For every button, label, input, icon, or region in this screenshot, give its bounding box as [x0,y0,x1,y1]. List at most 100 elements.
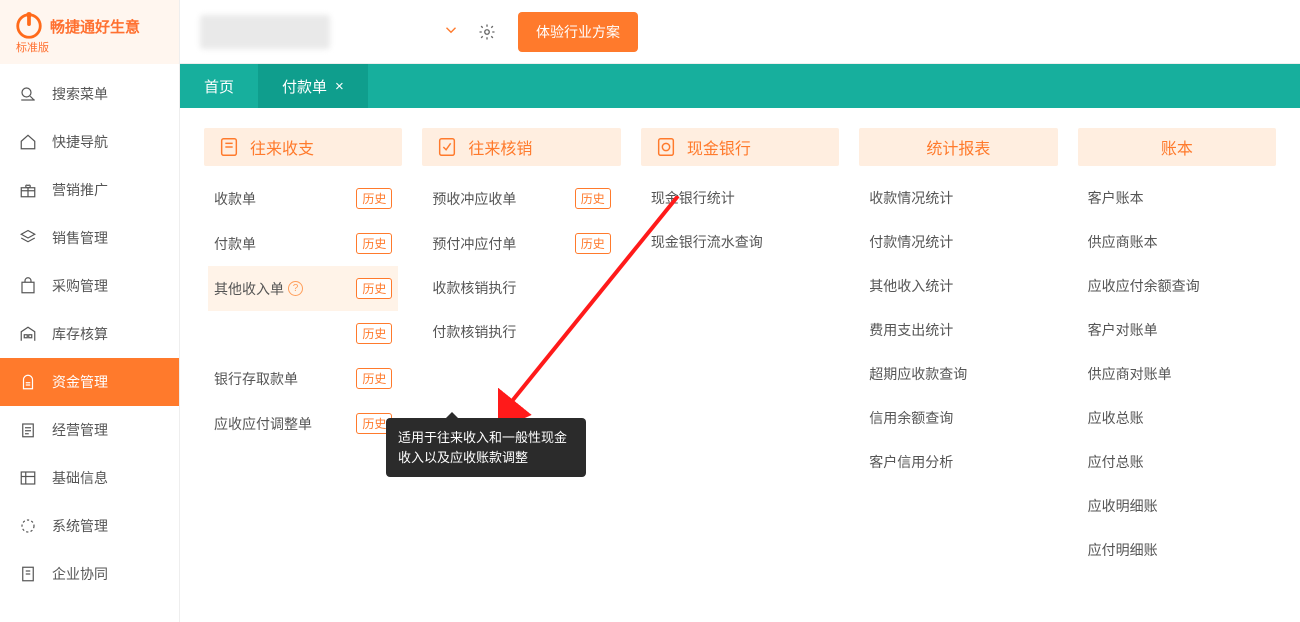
org-selector-blurred[interactable] [200,15,330,49]
menu-item-ap-detail-ledger[interactable]: 应付明细账 [1082,528,1272,572]
menu-item-receipt-stats[interactable]: 收款情况统计 [863,176,1053,220]
history-badge[interactable]: 历史 [356,278,392,299]
menu-item-ar-general-ledger[interactable]: 应收总账 [1082,396,1272,440]
sidebar-item-system[interactable]: 系统管理 [0,502,179,550]
help-tooltip: 适用于往来收入和一般性现金收入以及应收账款调整 [386,418,586,477]
dropdown-caret-icon[interactable] [442,21,460,42]
menu-item-label: 应收总账 [1088,408,1144,428]
menu-item-prereceipt-offset[interactable]: 预收冲应收单 历史 [426,176,616,221]
sidebar-item-search-menu[interactable]: 搜索菜单 [0,70,179,118]
search-menu-icon [18,84,38,104]
grid-icon [18,468,38,488]
history-badge[interactable]: 历史 [356,188,392,209]
bank-icon [655,136,677,158]
menu-item-payment-writeoff-exec[interactable]: 付款核销执行 [426,310,616,354]
sidebar-item-label: 基础信息 [52,468,108,488]
menu-item-receipt-writeoff-exec[interactable]: 收款核销执行 [426,266,616,310]
sidebar-item-label: 资金管理 [52,372,108,392]
menu-item-customer-ledger[interactable]: 客户账本 [1082,176,1272,220]
menu-item-label: 供应商对账单 [1088,364,1172,384]
menu-item-supplier-ledger[interactable]: 供应商账本 [1082,220,1272,264]
sidebar-item-label: 营销推广 [52,180,108,200]
menu-item-label: 应收应付调整单 [214,414,312,434]
menu-item-label: 应付总账 [1088,452,1144,472]
content-area: 往来收支 收款单 历史 付款单 历史 其他收入单 [180,108,1300,622]
menu-item-label: 其他收入统计 [869,276,953,296]
menu-item-ap-general-ledger[interactable]: 应付总账 [1082,440,1272,484]
menu-item-ar-detail-ledger[interactable]: 应收明细账 [1082,484,1272,528]
menu-item-credit-balance-query[interactable]: 信用余额查询 [863,396,1053,440]
menu-item-label: 付款单 [214,234,256,254]
sidebar-item-funds[interactable]: 资金管理 [0,358,179,406]
menu-item-cash-bank-flow[interactable]: 现金银行流水查询 [645,220,835,264]
sidebar-item-sales[interactable]: 销售管理 [0,214,179,262]
brand-edition: 标准版 [16,39,140,55]
menu-item-supplier-statement[interactable]: 供应商对账单 [1082,352,1272,396]
help-icon[interactable]: ? [288,281,303,296]
collab-icon [18,564,38,584]
receipts-icon [218,136,240,158]
menu-item-label: 付款情况统计 [869,232,953,252]
menu-item-label: 超期应收款查询 [869,364,967,384]
column-writeoff: 往来核销 预收冲应收单 历史 预付冲应付单 历史 收款核销执行 [422,128,620,572]
sidebar: 畅捷通好生意 标准版 搜索菜单 快捷导航 营销推广 销售管理 [0,0,180,622]
sidebar-item-inventory[interactable]: 库存核算 [0,310,179,358]
sidebar-item-collab[interactable]: 企业协同 [0,550,179,598]
history-badge[interactable]: 历史 [356,368,392,389]
sidebar-item-marketing[interactable]: 营销推广 [0,166,179,214]
column-header: 现金银行 [641,128,839,166]
menu-item-bank-deposit-withdraw[interactable]: 银行存取款单 历史 [208,356,398,401]
menu-item-ar-ap-adjust[interactable]: 应收应付调整单 历史 [208,401,398,446]
menu-item-label: 应收明细账 [1088,496,1158,516]
funds-icon [18,372,38,392]
column-cash-bank: 现金银行 现金银行统计 现金银行流水查询 [641,128,839,572]
menu-item-prepay-offset[interactable]: 预付冲应付单 历史 [426,221,616,266]
menu-item-label: 其他收入单 [214,279,284,299]
settings-icon[interactable] [478,23,496,41]
bag-icon [18,276,38,296]
sidebar-item-label: 系统管理 [52,516,108,536]
history-badge[interactable]: 历史 [356,323,392,344]
menu-item-customer-statement[interactable]: 客户对账单 [1082,308,1272,352]
home-icon [18,132,38,152]
menu-item-label: 收款情况统计 [869,188,953,208]
tab-home[interactable]: 首页 [180,64,258,108]
menu-item-other-income-stats[interactable]: 其他收入统计 [863,264,1053,308]
sidebar-item-quick-nav[interactable]: 快捷导航 [0,118,179,166]
industry-plan-button[interactable]: 体验行业方案 [518,12,638,52]
sidebar-item-label: 销售管理 [52,228,108,248]
menu-item-payment-order[interactable]: 付款单 历史 [208,221,398,266]
column-title: 统计报表 [926,135,990,159]
sidebar-nav: 搜索菜单 快捷导航 营销推广 销售管理 采购管理 库存核算 [0,64,179,622]
menu-item-label: 付款核销执行 [432,322,516,342]
column-title: 往来收支 [250,135,314,159]
column-receipts-payments: 往来收支 收款单 历史 付款单 历史 其他收入单 [204,128,402,572]
menu-item-customer-credit-analysis[interactable]: 客户信用分析 [863,440,1053,484]
menu-item-label: 费用支出统计 [869,320,953,340]
menu-item-receipt-order[interactable]: 收款单 历史 [208,176,398,221]
menu-item-label: 预付冲应付单 [432,234,516,254]
column-header: 统计报表 [859,128,1057,166]
menu-item-expense-stats[interactable]: 费用支出统计 [863,308,1053,352]
menu-item-label: 客户对账单 [1088,320,1158,340]
history-badge[interactable]: 历史 [575,233,611,254]
sidebar-item-purchase[interactable]: 采购管理 [0,262,179,310]
menu-item-ar-ap-balance[interactable]: 应收应付余额查询 [1082,264,1272,308]
menu-item-payment-stats[interactable]: 付款情况统计 [863,220,1053,264]
history-badge[interactable]: 历史 [356,233,392,254]
sidebar-item-business[interactable]: 经营管理 [0,406,179,454]
menu-item-label: 应收应付余额查询 [1088,276,1200,296]
column-header: 往来收支 [204,128,402,166]
tab-label: 付款单 [282,76,327,97]
menu-item-cash-bank-stats[interactable]: 现金银行统计 [645,176,835,220]
close-icon[interactable]: × [335,79,344,94]
tab-payment-order[interactable]: 付款单 × [258,64,368,108]
menu-item-other-income-order[interactable]: 其他收入单 ? 历史 [208,266,398,311]
column-ledgers: 账本 客户账本 供应商账本 应收应付余额查询 客户对账单 供应商对账单 应收总账… [1078,128,1276,572]
menu-item-label: 预收冲应收单 [432,189,516,209]
sidebar-item-basic-info[interactable]: 基础信息 [0,454,179,502]
menu-item-overdue-ar-query[interactable]: 超期应收款查询 [863,352,1053,396]
tab-bar: 首页 付款单 × [180,64,1300,108]
column-stats-reports: 统计报表 收款情况统计 付款情况统计 其他收入统计 费用支出统计 超期应收款查询… [859,128,1057,572]
history-badge[interactable]: 历史 [575,188,611,209]
